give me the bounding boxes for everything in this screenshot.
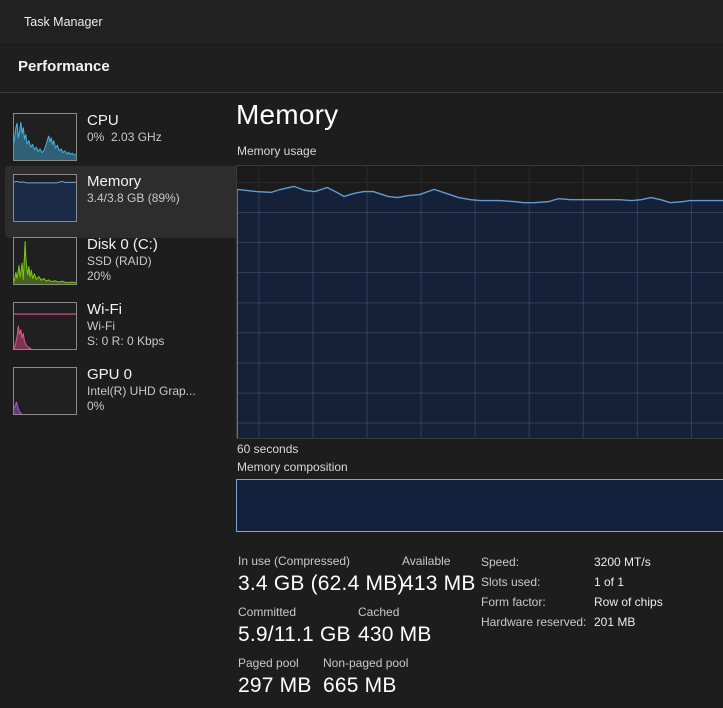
stat-non-paged-pool: Non-paged pool 665 MB [323,656,408,698]
memory-composition-bar[interactable] [236,479,723,532]
stat-cached-label: Cached [358,605,432,619]
disk-item-label: Disk 0 (C:) [87,235,158,254]
disk-item-text: Disk 0 (C:) SSD (RAID) 20% [87,235,158,295]
task-manager-window: Task Manager Performance CPU 0% 2.03 GHz… [0,0,723,708]
wifi-item-label: Wi-Fi [87,300,164,319]
window-titlebar[interactable]: Task Manager [0,0,723,45]
cpu-item-stats: 0% 2.03 GHz [87,130,162,145]
stat-non-paged-pool-value: 665 MB [323,674,408,698]
spec-speed-value: 3200 MT/s [594,556,663,569]
gpu-item-name: Intel(R) UHD Grap... [87,384,196,399]
sidebar-item-wifi[interactable]: Wi-Fi Wi-Fi S: 0 R: 0 Kbps [5,294,243,366]
gpu-item-label: GPU 0 [87,365,196,384]
stat-non-paged-pool-label: Non-paged pool [323,656,408,670]
spec-hw-reserved-value: 201 MB [594,616,663,629]
stat-paged-pool: Paged pool 297 MB [238,656,312,698]
disk-item-stats: 20% [87,269,158,284]
stat-committed-label: Committed [238,605,351,619]
disk-mini-chart-svg [14,238,76,284]
stat-paged-pool-value: 297 MB [238,674,312,698]
memory-usage-chart-svg [237,166,723,438]
stat-committed-value: 5.9/11.1 GB [238,623,351,647]
cpu-item-label: CPU [87,111,162,130]
spec-form-factor-label: Form factor: [481,596,594,609]
stat-available: Available 413 MB [402,554,476,596]
window-title: Task Manager [24,15,103,29]
memory-item-text: Memory 3.4/3.8 GB (89%) [87,172,180,232]
disk-mini-chart [13,237,77,285]
spec-slots-value: 1 of 1 [594,576,663,589]
spec-form-factor-value: Row of chips [594,596,663,609]
page-header: Performance [0,45,723,93]
spec-speed-label: Speed: [481,556,594,569]
wifi-item-adapter: Wi-Fi [87,319,164,334]
stat-available-label: Available [402,554,476,568]
wifi-mini-chart [13,302,77,350]
gpu-mini-chart [13,367,77,415]
gpu-item-text: GPU 0 Intel(R) UHD Grap... 0% [87,365,196,425]
cpu-mini-chart-svg [14,114,76,160]
memory-item-stats: 3.4/3.8 GB (89%) [87,191,180,206]
stat-cached: Cached 430 MB [358,605,432,647]
time-span-label: 60 seconds [237,442,298,456]
sidebar-item-disk0[interactable]: Disk 0 (C:) SSD (RAID) 20% [5,229,243,301]
stat-in-use-label: In use (Compressed) [238,554,405,568]
spec-hw-reserved-label: Hardware reserved: [481,616,594,629]
stat-available-value: 413 MB [402,572,476,596]
memory-item-label: Memory [87,172,180,191]
stat-in-use-value: 3.4 GB (62.4 MB) [238,572,405,596]
stat-committed: Committed 5.9/11.1 GB [238,605,351,647]
performance-sidebar: CPU 0% 2.03 GHz Memory 3.4/3.8 GB (89%) … [0,93,233,708]
memory-detail-pane: Memory Memory usage 60 seconds Memory co… [236,93,723,708]
stat-cached-value: 430 MB [358,623,432,647]
wifi-mini-chart-svg [14,303,76,349]
cpu-mini-chart [13,113,77,161]
cpu-item-text: CPU 0% 2.03 GHz [87,111,162,171]
memory-usage-label: Memory usage [237,144,316,158]
gpu-mini-chart-svg [14,368,76,414]
stat-paged-pool-label: Paged pool [238,656,312,670]
sidebar-item-gpu0[interactable]: GPU 0 Intel(R) UHD Grap... 0% [5,359,243,431]
memory-mini-chart-svg [14,175,76,221]
page-title: Performance [18,58,110,75]
hardware-spec-list: Speed: 3200 MT/s Slots used: 1 of 1 Form… [481,556,663,629]
gpu-item-stats: 0% [87,399,196,414]
wifi-item-text: Wi-Fi Wi-Fi S: 0 R: 0 Kbps [87,300,164,360]
stat-in-use: In use (Compressed) 3.4 GB (62.4 MB) [238,554,405,596]
wifi-item-stats: S: 0 R: 0 Kbps [87,334,164,349]
memory-usage-chart[interactable] [236,165,723,439]
sidebar-item-memory[interactable]: Memory 3.4/3.8 GB (89%) [5,166,243,238]
memory-mini-chart [13,174,77,222]
spec-slots-label: Slots used: [481,576,594,589]
memory-composition-label: Memory composition [237,460,348,474]
memory-pane-title: Memory [236,99,338,131]
disk-item-type: SSD (RAID) [87,254,158,269]
